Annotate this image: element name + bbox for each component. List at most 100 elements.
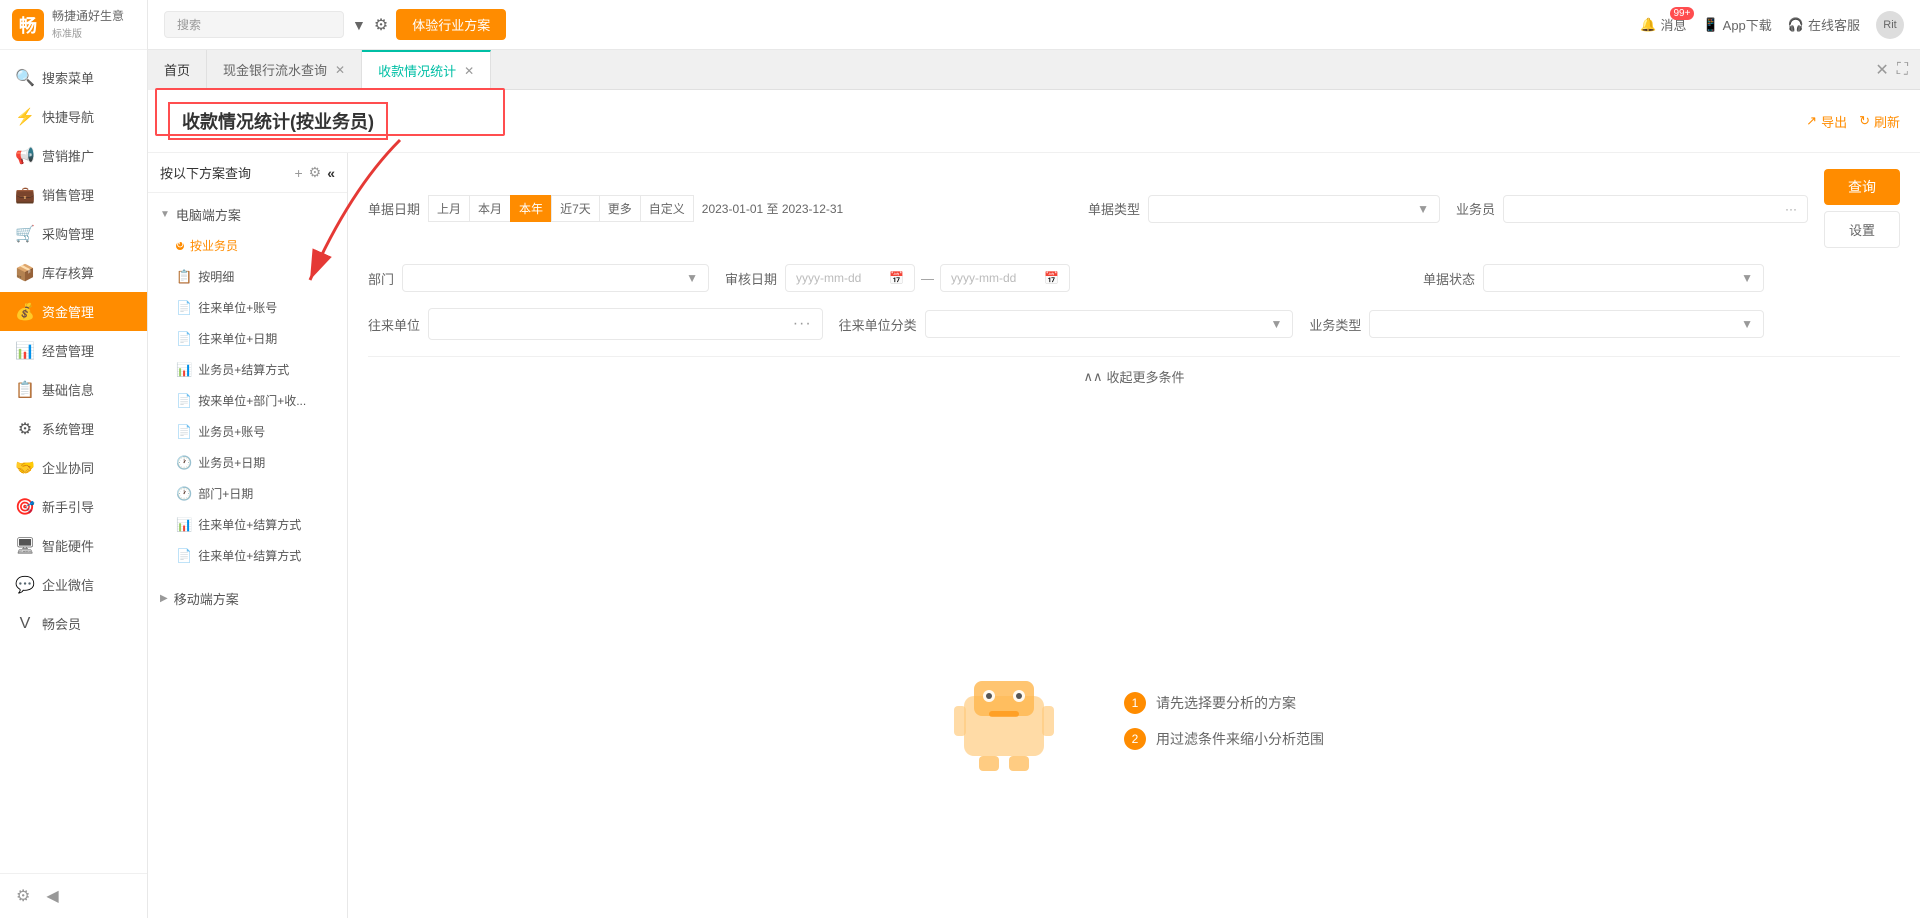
date-tab-more[interactable]: 更多 (599, 195, 640, 222)
sidebar-item-label: 采购管理 (42, 224, 94, 243)
scheme-item-partner-date[interactable]: 📄 往来单位+日期 (148, 323, 347, 354)
messages-button[interactable]: 🔔 消息 99+ (1640, 15, 1686, 34)
scheme-item-salesman-account[interactable]: 📄 业务员+账号 (148, 416, 347, 447)
action-buttons: 查询 设置 (1824, 169, 1900, 248)
export-button[interactable]: ↗ 导出 (1806, 112, 1847, 131)
sidebar-item-sales[interactable]: 💼 销售管理 (0, 175, 147, 214)
scheme-section-desktop: ▼ 电脑端方案 ↻ 按业务员 📋 按明细 📄 往来单位+账号 📄 (148, 193, 347, 577)
dept-select[interactable]: ▼ (402, 264, 709, 292)
scheme-item-partner-account[interactable]: 📄 往来单位+账号 (148, 292, 347, 323)
sidebar-item-inventory[interactable]: 📦 库存核算 (0, 253, 147, 292)
review-date-to-input[interactable]: yyyy-mm-dd 📅 (940, 264, 1070, 292)
trial-button[interactable]: 体验行业方案 (396, 9, 506, 40)
sidebar-item-member[interactable]: V 畅会员 (0, 604, 147, 643)
scheme-section-desktop-title[interactable]: ▼ 电脑端方案 (148, 199, 347, 230)
scheme-item-partner-dept[interactable]: 📄 按来单位+部门+收... (148, 385, 347, 416)
date-tab-this-month[interactable]: 本月 (469, 195, 510, 222)
topbar-dropdown-icon[interactable]: ▼ (352, 17, 366, 33)
sidebar-item-label: 企业微信 (42, 575, 94, 594)
tab-bank[interactable]: 现金银行流水查询 ✕ (207, 50, 362, 90)
scheme-item-dept-date[interactable]: 🕐 部门+日期 (148, 478, 347, 509)
scheme-item-salesman-date[interactable]: 🕐 业务员+日期 (148, 447, 347, 478)
scheme-settings-icon[interactable]: ⚙ (309, 164, 322, 181)
date-tab-this-year[interactable]: 本年 (510, 195, 551, 222)
sidebar-item-system[interactable]: ⚙ 系统管理 (0, 409, 147, 448)
logo-version: 标准版 (52, 25, 124, 40)
sidebar-item-quicknav[interactable]: ⚡ 快捷导航 (0, 97, 147, 136)
monitor-icon: 🖥 (16, 537, 34, 555)
filter-partner-group: 往来单位 ··· (368, 308, 823, 340)
biz-type-select[interactable]: ▼ (1369, 310, 1764, 338)
add-scheme-icon[interactable]: + (294, 165, 302, 181)
dept-arrow-icon: ▼ (686, 271, 698, 285)
close-tab-icon[interactable]: ✕ (1875, 60, 1888, 80)
sidebar-item-finance[interactable]: 💰 资金管理 (0, 292, 147, 331)
sidebar-item-hardware[interactable]: 🖥 智能硬件 (0, 526, 147, 565)
search-icon: 🔍 (16, 69, 34, 87)
tab-receipt-close-icon[interactable]: ✕ (464, 64, 474, 78)
user-avatar[interactable]: Rit (1876, 11, 1904, 39)
filter-area: 单据日期 上月 本月 本年 近7天 (348, 153, 1920, 516)
sidebar-item-basic[interactable]: 📋 基础信息 (0, 370, 147, 409)
tab-home[interactable]: 首页 (148, 50, 207, 90)
topbar: 搜索 ▼ ⚙ 体验行业方案 🔔 消息 99+ 📱 App下载 🎧 在线客服 Ri… (148, 0, 1920, 50)
biz-type-label: 业务类型 (1309, 315, 1361, 334)
collapse-bar[interactable]: ∧∧ 收起更多条件 (368, 356, 1900, 396)
sidebar-item-label: 资金管理 (42, 302, 94, 321)
bill-type-label: 单据类型 (1088, 199, 1140, 218)
sidebar-item-label: 企业协同 (42, 458, 94, 477)
tab-receipt[interactable]: 收款情况统计 ✕ (362, 50, 491, 90)
settings-button[interactable]: 设置 (1824, 211, 1900, 248)
sidebar-item-enterprise[interactable]: 🤝 企业协同 (0, 448, 147, 487)
scheme-item-partner-settle1[interactable]: 📊 往来单位+结算方式 (148, 509, 347, 540)
topbar-gear-icon[interactable]: ⚙ (374, 15, 388, 35)
sidebar-item-operation[interactable]: 📊 经营管理 (0, 331, 147, 370)
gear-icon: ⚙ (16, 420, 34, 438)
bill-type-select[interactable]: ▼ (1148, 195, 1440, 223)
logo-icon: 畅 (12, 9, 44, 41)
page-actions: ↗ 导出 ↻ 刷新 (1806, 112, 1900, 131)
scheme-item-salesman-settle[interactable]: 📊 业务员+结算方式 (148, 354, 347, 385)
query-button[interactable]: 查询 (1824, 169, 1900, 205)
cart-icon: 🛒 (16, 225, 34, 243)
partner-category-select[interactable]: ▼ (925, 310, 1294, 338)
salesman-select[interactable]: ··· (1503, 195, 1808, 223)
tabs-bar: 首页 现金银行流水查询 ✕ 收款情况统计 ✕ ✕ ⛶ (148, 50, 1920, 90)
doc-icon: 📄 (176, 300, 192, 316)
sidebar-item-purchase[interactable]: 🛒 采购管理 (0, 214, 147, 253)
bill-status-select[interactable]: ▼ (1483, 264, 1764, 292)
headset-icon: 🎧 (1788, 17, 1804, 33)
scheme-section-mobile-title[interactable]: ▶ 移动端方案 (148, 583, 347, 614)
date-tab-last7[interactable]: 近7天 (551, 195, 599, 222)
maximize-tab-icon[interactable]: ⛶ (1897, 61, 1908, 79)
scheme-item-partner-settle2[interactable]: 📄 往来单位+结算方式 (148, 540, 347, 571)
filter-row-2: 部门 ▼ 审核日期 yyyy-mm-dd 📅 — (368, 264, 1900, 292)
sidebar-item-search[interactable]: 🔍 搜索菜单 (0, 58, 147, 97)
settings-bottom-icon[interactable]: ⚙ (16, 886, 30, 906)
scheme-item-by-detail[interactable]: 📋 按明细 (148, 261, 347, 292)
empty-step-1: 1 请先选择要分析的方案 (1124, 692, 1324, 714)
sidebar-item-wechat[interactable]: 💬 企业微信 (0, 565, 147, 604)
collapse-sidebar-icon[interactable]: ◀ (46, 886, 58, 906)
partner-label: 往来单位 (368, 315, 420, 334)
phone-icon: 📱 (1702, 17, 1718, 33)
date-tab-last-month[interactable]: 上月 (428, 195, 469, 222)
partner-input[interactable]: ··· (428, 308, 823, 340)
online-service-button[interactable]: 🎧 在线客服 (1788, 15, 1860, 34)
app-download-button[interactable]: 📱 App下载 (1702, 15, 1771, 34)
topbar-right: 🔔 消息 99+ 📱 App下载 🎧 在线客服 Rit (1640, 11, 1904, 39)
main-content: 收款情况统计(按业务员) ↗ 导出 ↻ 刷新 按以下方案查询 + ⚙ « (148, 90, 1920, 918)
review-date-from-input[interactable]: yyyy-mm-dd 📅 (785, 264, 915, 292)
partner-dots-icon[interactable]: ··· (793, 315, 812, 333)
tab-bank-close-icon[interactable]: ✕ (335, 63, 345, 77)
bill-status-arrow-icon: ▼ (1741, 271, 1753, 285)
briefcase-icon: 💼 (16, 186, 34, 204)
sidebar-item-guide[interactable]: 🎯 新手引导 (0, 487, 147, 526)
sidebar-item-label: 智能硬件 (42, 536, 94, 555)
scheme-collapse-icon[interactable]: « (327, 165, 335, 181)
date-tab-custom[interactable]: 自定义 (640, 195, 694, 222)
scheme-item-by-salesman[interactable]: ↻ 按业务员 (148, 230, 347, 261)
refresh-button[interactable]: ↻ 刷新 (1859, 112, 1900, 131)
sidebar-item-label: 系统管理 (42, 419, 94, 438)
sidebar-item-marketing[interactable]: 📢 营销推广 (0, 136, 147, 175)
